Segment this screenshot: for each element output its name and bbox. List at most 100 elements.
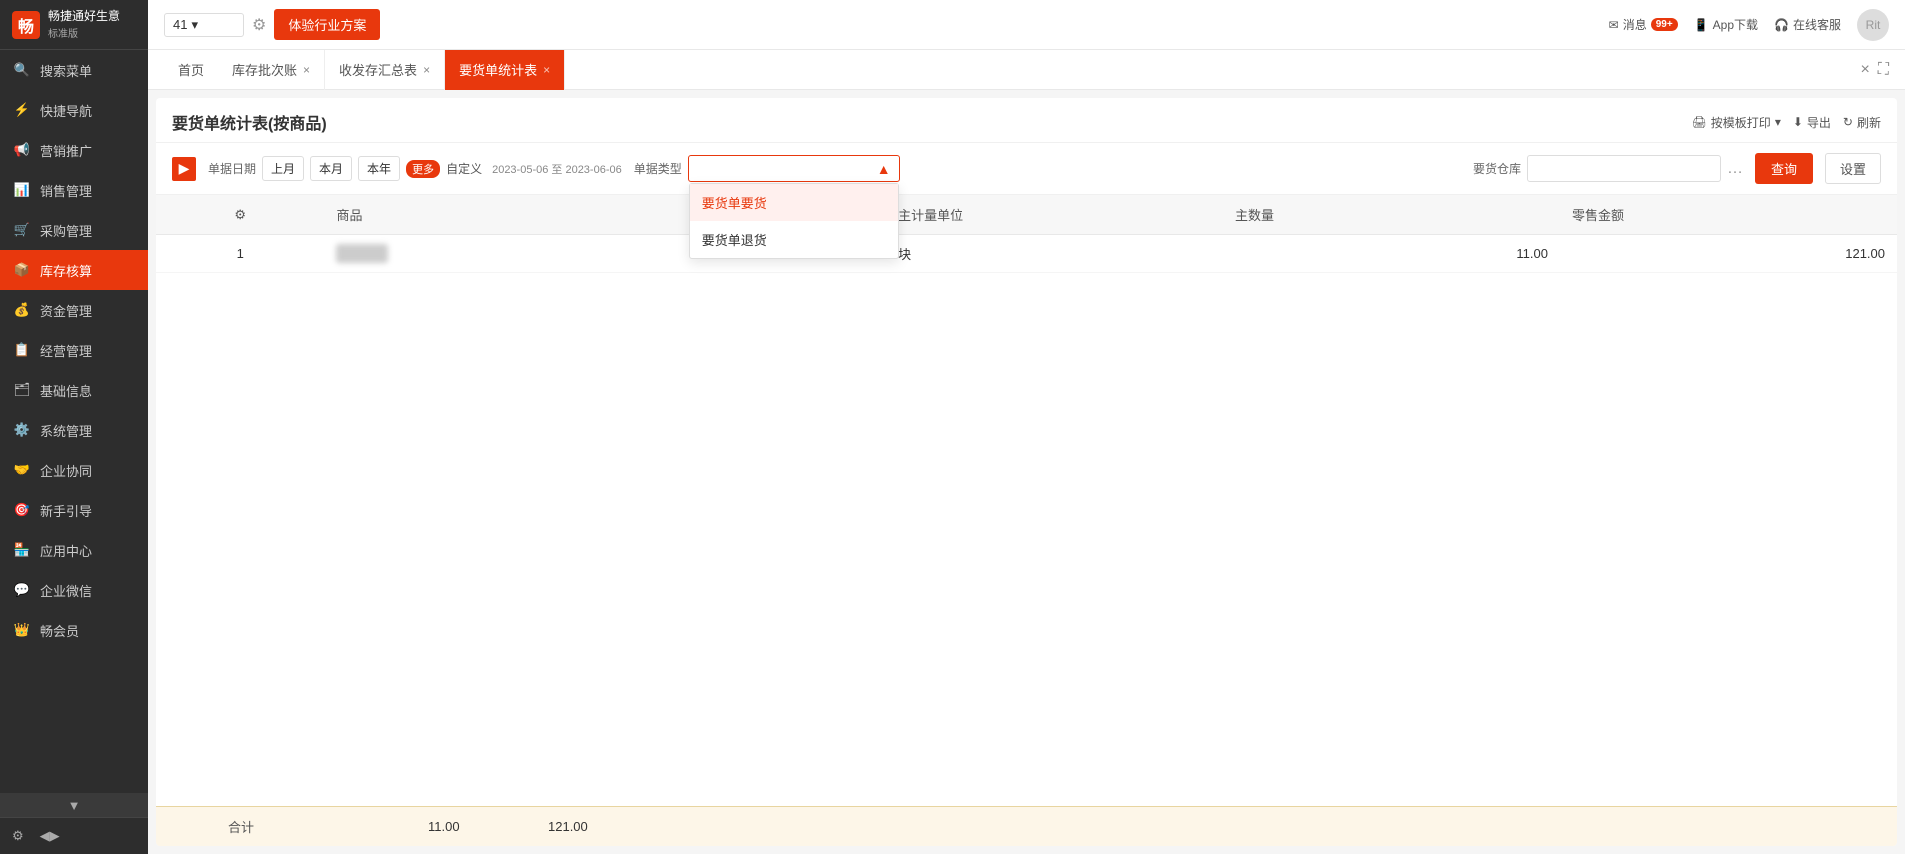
tabs-fullscreen-icon[interactable]: ⛶: [1878, 61, 1889, 79]
sidebar-item-quicknav[interactable]: ⚡ 快捷导航: [0, 90, 148, 130]
tab-home[interactable]: 首页: [164, 50, 218, 90]
warehouse-filter-group: 要货仓库 …: [1473, 155, 1743, 182]
filter-bar: ▶ 单据日期 上月 本月 本年 更多 自定义 2023-05-06 至 2023…: [156, 143, 1897, 195]
tabs-bar: 首页 库存批次账 × 收发存汇总表 × 要货单统计表 × × ⛶: [148, 50, 1905, 90]
tab-receivables-summary[interactable]: 收发存汇总表 ×: [325, 50, 445, 90]
type-select-input[interactable]: [689, 156, 869, 181]
sidebar-item-marketing[interactable]: 📢 营销推广: [0, 130, 148, 170]
date-badge-more[interactable]: 更多: [406, 160, 440, 178]
sidebar-item-system[interactable]: ⚙️ 系统管理: [0, 410, 148, 450]
sidebar-item-purchase[interactable]: 🛒 采购管理: [0, 210, 148, 250]
filter-expand-button[interactable]: ▶: [172, 157, 196, 181]
tab-close-inventory-batch[interactable]: ×: [303, 63, 310, 77]
th-unit: 主计量单位: [886, 195, 1223, 235]
footer-qty: 11.00: [428, 819, 548, 834]
table-wrapper: ⚙ 商品 主计量单位 主数量 零售金额: [156, 195, 1897, 806]
print-action[interactable]: 🖨 按模板打印 ▾: [1692, 114, 1781, 131]
date-btn-this-year[interactable]: 本年: [358, 156, 400, 181]
finance-icon: 💰: [12, 300, 32, 320]
sidebar-item-operations[interactable]: 📋 经营管理: [0, 330, 148, 370]
online-service-item[interactable]: 🎧 在线客服: [1774, 16, 1841, 33]
top-bar-right: ✉ 消息 99+ 📱 App下载 🎧 在线客服 Rit: [1609, 9, 1889, 41]
message-badge: 99+: [1651, 18, 1678, 31]
membership-icon: 👑: [12, 620, 32, 640]
refresh-action[interactable]: ↻ 刷新: [1843, 114, 1881, 131]
table-row: 1 商品名称 块 11.00 121.00: [156, 235, 1897, 273]
wecom-icon: 💬: [12, 580, 32, 600]
page-header-actions: 🖨 按模板打印 ▾ ⬇ 导出 ↻ 刷新: [1692, 114, 1881, 131]
set-button[interactable]: 设置: [1825, 153, 1881, 184]
print-chevron-icon: ▾: [1775, 115, 1781, 129]
user-avatar[interactable]: Rit: [1857, 9, 1889, 41]
marketing-icon: 📢: [12, 140, 32, 160]
sidebar-nav: 🔍 搜索菜单 ⚡ 快捷导航 📢 营销推广 📊 销售管理 🛒 采购管理 📦 库存核…: [0, 50, 148, 793]
sidebar-item-basic[interactable]: 🗂 基础信息: [0, 370, 148, 410]
inventory-icon: 📦: [12, 260, 32, 280]
tab-close-order[interactable]: ×: [543, 63, 550, 77]
sidebar-item-inventory[interactable]: 📦 库存核算: [0, 250, 148, 290]
guide-icon: 🎯: [12, 500, 32, 520]
phone-icon: 📱: [1694, 18, 1709, 32]
page-content: 要货单统计表(按商品) 🖨 按模板打印 ▾ ⬇ 导出 ↻ 刷新 ▶: [156, 98, 1897, 846]
app-download-item[interactable]: 📱 App下载: [1694, 16, 1758, 33]
th-qty: 主数量: [1223, 195, 1560, 235]
trial-button[interactable]: 体验行业方案: [274, 9, 380, 40]
warehouse-label: 要货仓库: [1473, 160, 1521, 177]
date-btn-this-month[interactable]: 本月: [310, 156, 352, 181]
footer-amount: 121.00: [548, 819, 668, 834]
sidebar-item-wecom[interactable]: 💬 企业微信: [0, 570, 148, 610]
message-icon: ✉: [1609, 18, 1619, 32]
topbar-settings-icon[interactable]: ⚙: [252, 15, 266, 35]
warehouse-more-icon[interactable]: …: [1727, 160, 1743, 178]
collapse-icon[interactable]: ◀▶: [40, 828, 60, 844]
page-title: 要货单统计表(按商品): [172, 110, 327, 134]
date-filter-group: 单据日期 上月 本月 本年 更多 自定义 2023-05-06 至 2023-0…: [208, 156, 622, 181]
sidebar-item-finance[interactable]: 💰 资金管理: [0, 290, 148, 330]
type-select-wrapper: ▲ 要货单要货 要货单退货: [688, 155, 900, 182]
system-icon: ⚙️: [12, 420, 32, 440]
table-settings-icon[interactable]: ⚙: [234, 207, 246, 222]
refresh-icon: ↻: [1843, 115, 1853, 129]
search-icon: 🔍: [12, 60, 32, 80]
table-footer: 合计 11.00 121.00: [156, 806, 1897, 846]
export-action[interactable]: ⬇ 导出: [1793, 114, 1831, 131]
logo-icon: 畅: [12, 11, 40, 39]
date-btn-last-month[interactable]: 上月: [262, 156, 304, 181]
query-button[interactable]: 查询: [1755, 153, 1813, 184]
dropdown-item-order-goods[interactable]: 要货单要货: [690, 184, 898, 221]
td-unit: 块: [886, 235, 1223, 273]
quicknav-icon: ⚡: [12, 100, 32, 120]
sidebar-item-search[interactable]: 🔍 搜索菜单: [0, 50, 148, 90]
appcenter-icon: 🏪: [12, 540, 32, 560]
sidebar-item-appcenter[interactable]: 🏪 应用中心: [0, 530, 148, 570]
dropdown-item-order-return[interactable]: 要货单退货: [690, 221, 898, 258]
type-filter-group: 单据类型 ▲ 要货单要货 要货单退货: [634, 155, 1461, 182]
sales-icon: 📊: [12, 180, 32, 200]
settings-icon[interactable]: ⚙: [12, 828, 24, 844]
type-select-arrow[interactable]: ▲: [869, 161, 899, 177]
sidebar-item-enterprise[interactable]: 🤝 企业协同: [0, 450, 148, 490]
tab-close-receivables[interactable]: ×: [423, 63, 430, 77]
sidebar-item-sales[interactable]: 📊 销售管理: [0, 170, 148, 210]
sidebar-item-guide[interactable]: 🎯 新手引导: [0, 490, 148, 530]
main-area: 41 ▾ ⚙ 体验行业方案 ✉ 消息 99+ 📱 App下载 🎧 在线客服 Ri…: [148, 0, 1905, 854]
operations-icon: 📋: [12, 340, 32, 360]
enterprise-icon: 🤝: [12, 460, 32, 480]
page-header: 要货单统计表(按商品) 🖨 按模板打印 ▾ ⬇ 导出 ↻ 刷新: [156, 98, 1897, 143]
tab-inventory-batch[interactable]: 库存批次账 ×: [218, 50, 325, 90]
top-bar: 41 ▾ ⚙ 体验行业方案 ✉ 消息 99+ 📱 App下载 🎧 在线客服 Ri…: [148, 0, 1905, 50]
footer-total-label: 合计: [168, 817, 428, 836]
sidebar-scroll-down[interactable]: ▼: [0, 793, 148, 817]
branch-selector[interactable]: 41 ▾: [164, 13, 244, 37]
sidebar-item-membership[interactable]: 👑 畅会员: [0, 610, 148, 650]
sidebar: 畅 畅捷通好生意 标准版 🔍 搜索菜单 ⚡ 快捷导航 📢 营销推广 📊 销售管理…: [0, 0, 148, 854]
tabs-close-all-icon[interactable]: ×: [1860, 61, 1869, 79]
tab-order-summary[interactable]: 要货单统计表 ×: [445, 50, 565, 90]
print-icon: 🖨: [1692, 115, 1707, 129]
messages-item[interactable]: ✉ 消息 99+: [1609, 16, 1678, 33]
th-settings[interactable]: ⚙: [156, 195, 324, 235]
type-dropdown-menu: 要货单要货 要货单退货: [689, 183, 899, 259]
chevron-down-icon: ▾: [191, 17, 198, 33]
warehouse-input[interactable]: [1527, 155, 1721, 182]
date-custom-btn[interactable]: 自定义: [446, 160, 482, 177]
